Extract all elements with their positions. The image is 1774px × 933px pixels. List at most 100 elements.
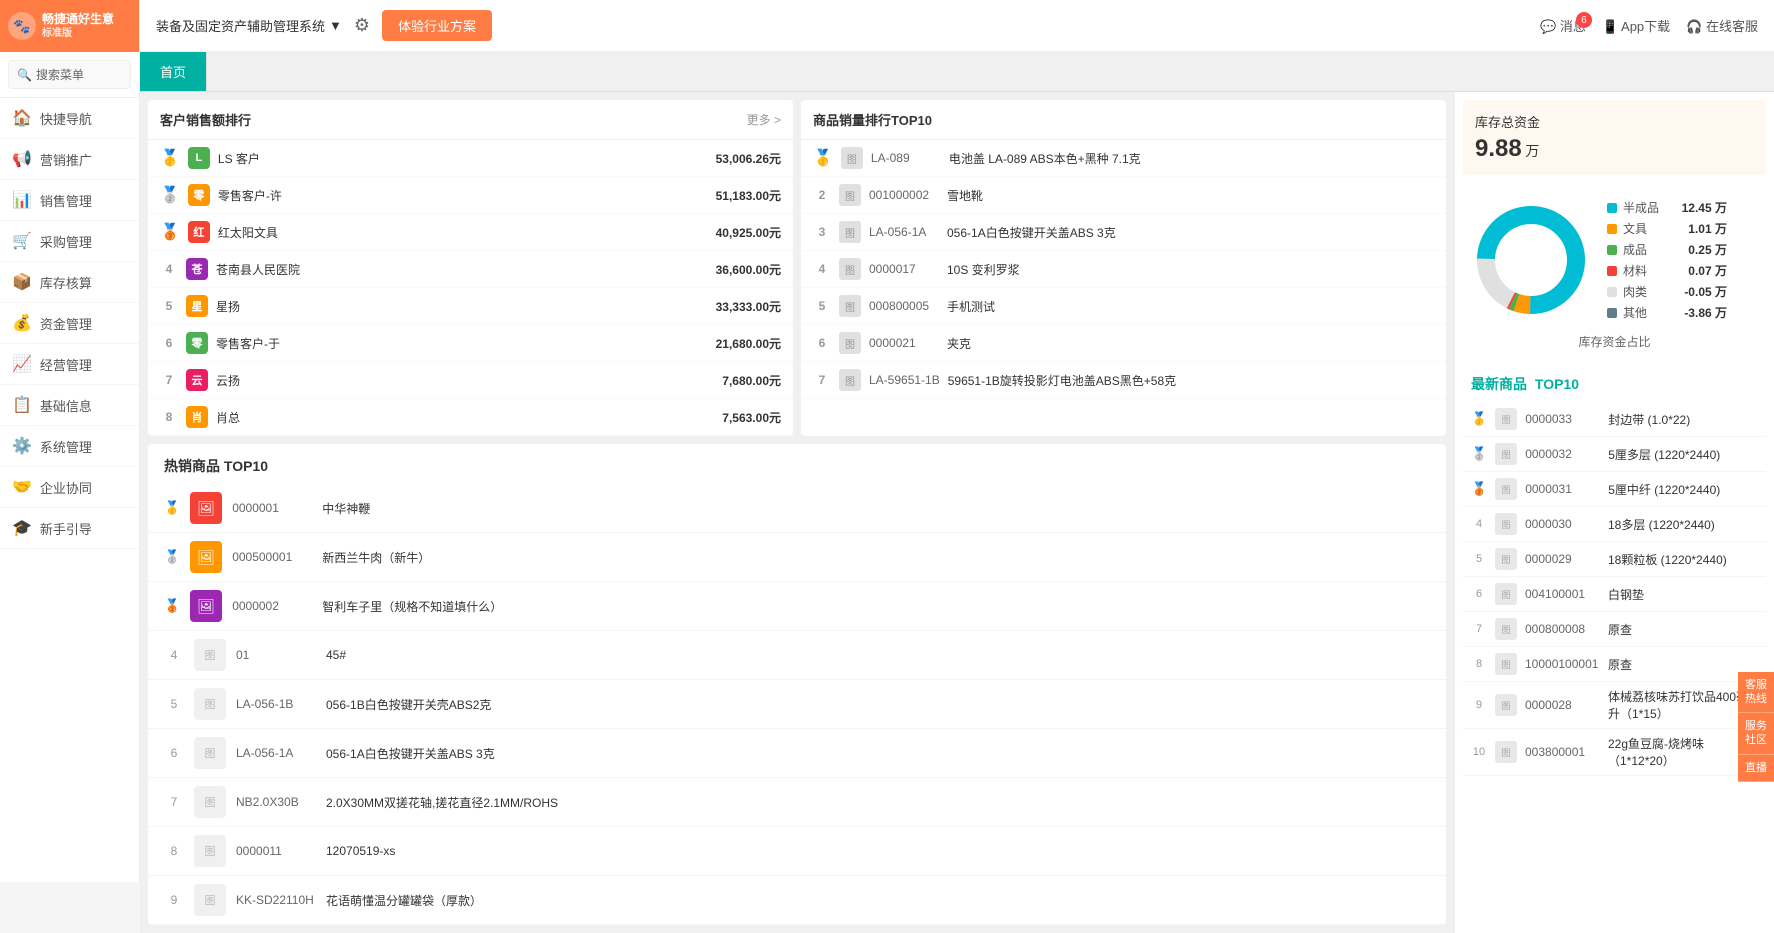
hot-rank-number: 5 bbox=[164, 697, 184, 711]
rank-customer-name: 零售客户-许 bbox=[218, 187, 708, 204]
float-btn-2[interactable]: 直播 bbox=[1738, 755, 1774, 782]
product-img: 图 bbox=[839, 258, 861, 280]
rank-number: 8 bbox=[160, 410, 178, 424]
float-btn-0[interactable]: 客服 热线 bbox=[1738, 672, 1774, 714]
legend-value: 0.07 万 bbox=[1688, 262, 1727, 279]
sidebar-item-2[interactable]: 📊 销售管理 bbox=[0, 180, 139, 221]
sidebar-item-4[interactable]: 📦库存核算 bbox=[0, 262, 139, 303]
product-rank-item: 4 图 0000017 10S 变利罗浆 bbox=[801, 251, 1446, 288]
hot-product-img: 图 bbox=[194, 639, 226, 671]
rank-avatar: 肖 bbox=[186, 406, 208, 428]
hot-product-img: 🖼 bbox=[190, 492, 222, 524]
topbar-actions: 💬 消息 6 📱 App下载 🎧 在线客服 bbox=[1540, 16, 1758, 35]
product-ranking-title: 商品销量排行TOP10 bbox=[813, 110, 932, 129]
hot-product-code: 0000001 bbox=[232, 501, 312, 515]
topbar: 装备及固定资产辅助管理系统 ▼ ⚙ 体验行业方案 💬 消息 6 📱 App下载 … bbox=[140, 0, 1774, 52]
new-product-name: 白钢垫 bbox=[1608, 586, 1758, 603]
legend-label: 肉类 bbox=[1623, 283, 1678, 300]
sidebar-item-5[interactable]: 💰资金管理 bbox=[0, 303, 139, 344]
right-panel: 库存总资金 9.88 万 bbox=[1454, 92, 1774, 933]
product-img: 图 bbox=[839, 184, 861, 206]
hot-product-item: 🥉 🖼 0000002 智利车子里（规格不知道填什么） bbox=[148, 582, 1446, 631]
hot-product-name: 新西兰牛肉（新牛） bbox=[322, 549, 1430, 566]
inventory-unit: 万 bbox=[1525, 143, 1539, 159]
sidebar-item-10[interactable]: 🎓新手引导 bbox=[0, 508, 139, 549]
nav-label-3: 采购管理 bbox=[40, 232, 92, 251]
tab-home[interactable]: 首页 bbox=[140, 52, 207, 91]
search-menu-button[interactable]: 🔍 搜索菜单 bbox=[8, 60, 131, 89]
new-product-img: 图 bbox=[1495, 741, 1517, 763]
hot-product-item: 🥈 🖼 000500001 新西兰牛肉（新牛） bbox=[148, 533, 1446, 582]
new-rank-number: 7 bbox=[1471, 623, 1487, 635]
rank-number: 7 bbox=[813, 373, 831, 387]
hot-rank-medal: 🥇 bbox=[164, 500, 180, 516]
sidebar-item-1[interactable]: 📢营销推广 bbox=[0, 139, 139, 180]
new-product-item: 10 图 003800001 22g鱼豆腐-烧烤味（1*12*20） bbox=[1463, 729, 1766, 776]
new-product-item: 7 图 000800008 原查 bbox=[1463, 612, 1766, 647]
hot-rank-number: 8 bbox=[164, 844, 184, 858]
rank-avatar: 星 bbox=[186, 295, 208, 317]
inventory-legend: 半成品 12.45 万 文具 1.01 万 成品 0.25 万 材料 0.07 … bbox=[1607, 199, 1727, 321]
inventory-footer: 库存资金占比 bbox=[1463, 329, 1766, 354]
hot-product-img: 图 bbox=[194, 786, 226, 818]
rank-customer-name: LS 客户 bbox=[218, 150, 708, 167]
rank-amount: 40,925.00元 bbox=[716, 224, 781, 241]
new-product-name: 封边带 (1.0*22) bbox=[1608, 411, 1758, 428]
product-code: 000800005 bbox=[869, 299, 939, 313]
sidebar-item-6[interactable]: 📈经营管理 bbox=[0, 344, 139, 385]
customer-rank-item: 8 肖 肖总 7,563.00元 bbox=[148, 399, 793, 436]
hot-product-name: 056-1A白色按键开关盖ABS 3克 bbox=[326, 745, 1430, 762]
legend-item: 材料 0.07 万 bbox=[1607, 262, 1727, 279]
product-code: LA-089 bbox=[871, 151, 941, 165]
product-ranking-header: 商品销量排行TOP10 bbox=[801, 100, 1446, 140]
sidebar-item-3[interactable]: 🛒采购管理 bbox=[0, 221, 139, 262]
content-area: 客户销售额排行 更多 > 🥇 L LS 客户 53,006.26元 🥈 零 零售… bbox=[140, 92, 1774, 933]
hot-product-item: 🥇 🖼 0000001 中华神鞭 bbox=[148, 484, 1446, 533]
system-dropdown[interactable]: 装备及固定资产辅助管理系统 ▼ bbox=[156, 16, 342, 35]
hot-rank-medal: 🥈 bbox=[164, 549, 180, 565]
sidebar-item-7[interactable]: 📋基础信息 bbox=[0, 385, 139, 426]
logo-icon: 🐾 bbox=[8, 12, 36, 40]
sidebar-item-0[interactable]: 🏠快捷导航 bbox=[0, 98, 139, 139]
new-product-img: 图 bbox=[1495, 583, 1517, 605]
nav-icon-5: 💰 bbox=[12, 313, 32, 333]
trial-plan-button[interactable]: 体验行业方案 bbox=[382, 10, 492, 41]
new-product-name: 5厘中纤 (1220*2440) bbox=[1608, 481, 1758, 498]
app-download-link[interactable]: 📱 App下载 bbox=[1602, 16, 1670, 35]
rank-avatar: L bbox=[188, 147, 210, 169]
nav-label-8: 系统管理 bbox=[40, 437, 92, 456]
legend-dot bbox=[1607, 224, 1617, 234]
sidebar-item-8[interactable]: ⚙️ 系统管理 bbox=[0, 426, 139, 467]
rank-number: 5 bbox=[813, 299, 831, 313]
nav-label-2: 销售管理 bbox=[40, 191, 92, 210]
rank-avatar: 苍 bbox=[186, 258, 208, 280]
new-product-img: 图 bbox=[1495, 653, 1517, 675]
customer-ranking-more[interactable]: 更多 > bbox=[747, 111, 781, 128]
new-rank-number: 6 bbox=[1471, 588, 1487, 600]
product-rank-item: 6 图 0000021 夹克 bbox=[801, 325, 1446, 362]
sidebar-item-9[interactable]: 🤝企业协同 bbox=[0, 467, 139, 508]
product-img: 图 bbox=[839, 221, 861, 243]
rank-medal: 🥈 bbox=[160, 185, 180, 205]
hot-product-name: 花语萌懂温分罐罐袋（厚款） bbox=[326, 892, 1430, 909]
new-product-code: 000800008 bbox=[1525, 622, 1600, 636]
rank-avatar: 红 bbox=[188, 221, 210, 243]
new-product-code: 004100001 bbox=[1525, 587, 1600, 601]
product-img: 图 bbox=[839, 295, 861, 317]
donut-chart bbox=[1471, 200, 1591, 320]
nav-icon-2: 📊 bbox=[12, 190, 32, 210]
customer-rank-list: 🥇 L LS 客户 53,006.26元 🥈 零 零售客户-许 51,183.0… bbox=[148, 140, 793, 436]
online-service-link[interactable]: 🎧 在线客服 bbox=[1686, 16, 1758, 35]
product-name: 056-1A白色按键开关盖ABS 3克 bbox=[947, 224, 1434, 241]
settings-icon[interactable]: ⚙ bbox=[354, 15, 370, 36]
sidebar-logo-text: 畅捷通好生意 标准版 bbox=[42, 12, 114, 41]
nav-label-4: 库存核算 bbox=[40, 273, 92, 292]
message-badge[interactable]: 💬 消息 6 bbox=[1540, 16, 1586, 35]
customer-rank-item: 6 零 零售客户-于 21,680.00元 bbox=[148, 325, 793, 362]
customer-ranking-header: 客户销售额排行 更多 > bbox=[148, 100, 793, 140]
rank-amount: 33,333.00元 bbox=[716, 298, 781, 315]
hot-product-name: 中华神鞭 bbox=[322, 500, 1430, 517]
float-btn-1[interactable]: 服务 社区 bbox=[1738, 713, 1774, 755]
new-product-item: 9 图 0000028 体械荔核味苏打饮品400毫升（1*15） bbox=[1463, 682, 1766, 729]
nav-icon-8: ⚙️ bbox=[12, 436, 32, 456]
